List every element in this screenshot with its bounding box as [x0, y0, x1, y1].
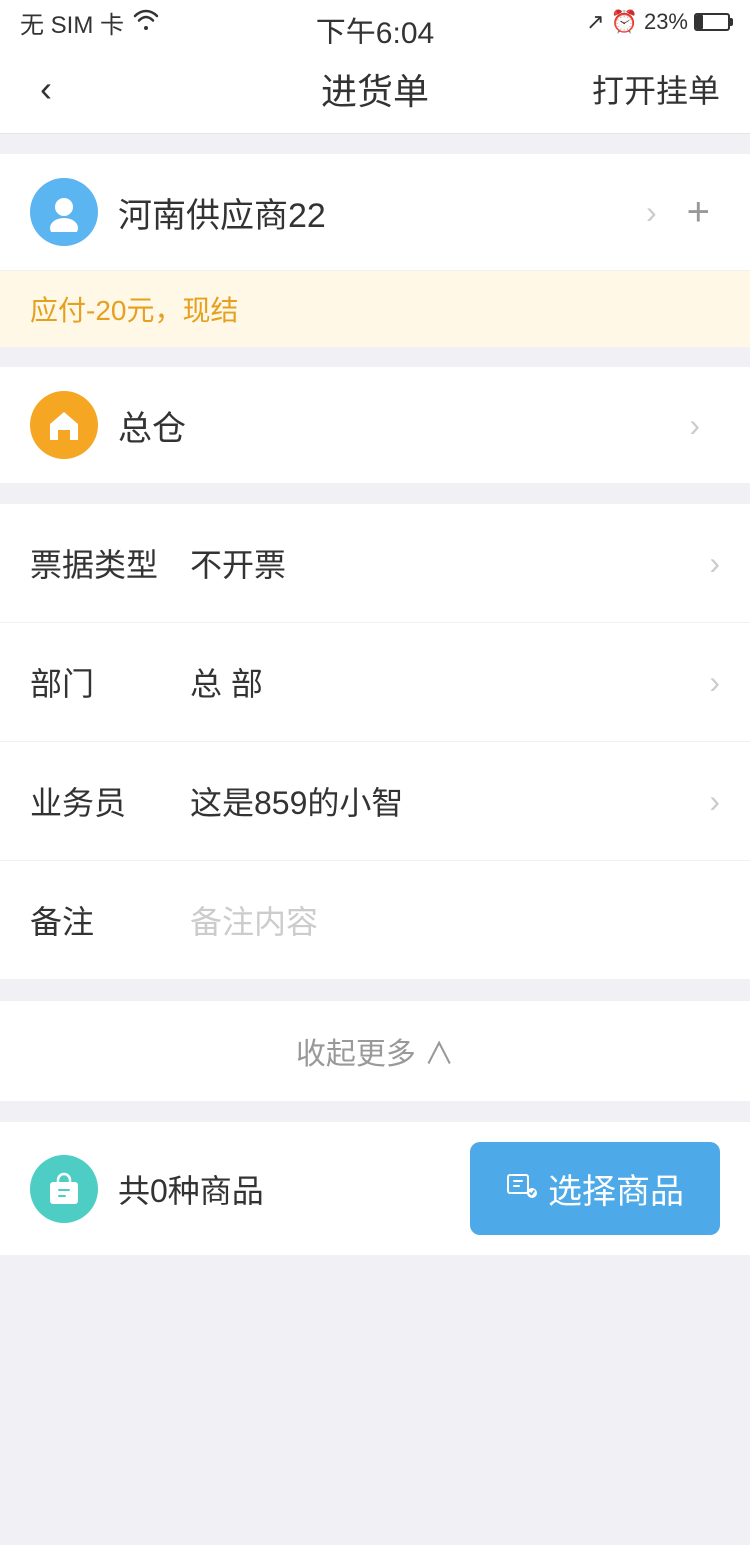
warehouse-chevron-icon: › — [689, 407, 700, 444]
nav-bar: ‹ 进货单 打开挂单 — [0, 44, 750, 134]
product-icon-circle — [30, 1155, 98, 1223]
supplier-row[interactable]: 河南供应商22 › + — [0, 154, 750, 271]
supplier-name: 河南供应商22 — [118, 188, 646, 237]
warehouse-icon-circle — [30, 391, 98, 459]
salesperson-label: 业务员 — [30, 778, 190, 824]
invoice-type-value: 不开票 — [190, 540, 699, 586]
invoice-type-label: 票据类型 — [30, 540, 190, 586]
select-product-button[interactable]: 选择商品 — [470, 1142, 720, 1235]
wifi-icon — [132, 8, 160, 37]
open-pending-button[interactable]: 打开挂单 — [592, 66, 720, 112]
invoice-chevron-icon: › — [709, 545, 720, 582]
warehouse-section: 总仓 › — [0, 367, 750, 484]
remark-label: 备注 — [30, 897, 190, 943]
invoice-type-row[interactable]: 票据类型 不开票 › — [0, 504, 750, 623]
select-product-icon — [506, 1171, 538, 1207]
supplier-section: 河南供应商22 › + 应付-20元，现结 — [0, 154, 750, 347]
collapse-button[interactable]: 收起更多 ∧ — [0, 1000, 750, 1101]
status-bar: 无 SIM 卡 下午6:04 ↗ ⏰ 23% — [0, 0, 750, 44]
department-value: 总 部 — [190, 659, 699, 705]
remark-value: 备注内容 — [190, 897, 720, 943]
page-background — [0, 1255, 750, 1545]
person-icon — [44, 192, 84, 232]
salesperson-value: 这是859的小智 — [190, 778, 699, 824]
add-supplier-button[interactable]: + — [677, 190, 720, 235]
battery-icon — [694, 13, 730, 31]
supplier-avatar — [30, 178, 98, 246]
department-label: 部门 — [30, 659, 190, 705]
status-carrier: 无 SIM 卡 — [20, 5, 160, 40]
notice-text: 应付-20元，现结 — [30, 295, 238, 326]
warehouse-row[interactable]: 总仓 › — [0, 367, 750, 484]
remark-row[interactable]: 备注 备注内容 — [0, 861, 750, 980]
supplier-chevron-icon: › — [646, 194, 657, 231]
form-section: 票据类型 不开票 › 部门 总 部 › 业务员 这是859的小智 › 备注 备注… — [0, 504, 750, 980]
page-title: 进货单 — [321, 63, 429, 115]
bottom-bar: 共0种商品 选择商品 — [0, 1121, 750, 1255]
salesperson-chevron-icon: › — [709, 783, 720, 820]
notice-bar: 应付-20元，现结 — [0, 271, 750, 347]
product-count: 共0种商品 — [118, 1166, 470, 1212]
battery-percent: 23% — [644, 9, 688, 35]
salesperson-row[interactable]: 业务员 这是859的小智 › — [0, 742, 750, 861]
department-chevron-icon: › — [709, 664, 720, 701]
house-icon — [45, 406, 83, 444]
shopping-bag-icon — [45, 1170, 83, 1208]
back-button[interactable]: ‹ — [30, 58, 62, 120]
location-icon: ↗ — [586, 9, 604, 35]
alarm-icon: ⏰ — [611, 9, 638, 35]
select-product-label: 选择商品 — [548, 1164, 684, 1213]
warehouse-name: 总仓 — [118, 401, 689, 450]
department-row[interactable]: 部门 总 部 › — [0, 623, 750, 742]
top-divider — [0, 134, 750, 154]
status-right: ↗ ⏰ 23% — [586, 9, 730, 35]
